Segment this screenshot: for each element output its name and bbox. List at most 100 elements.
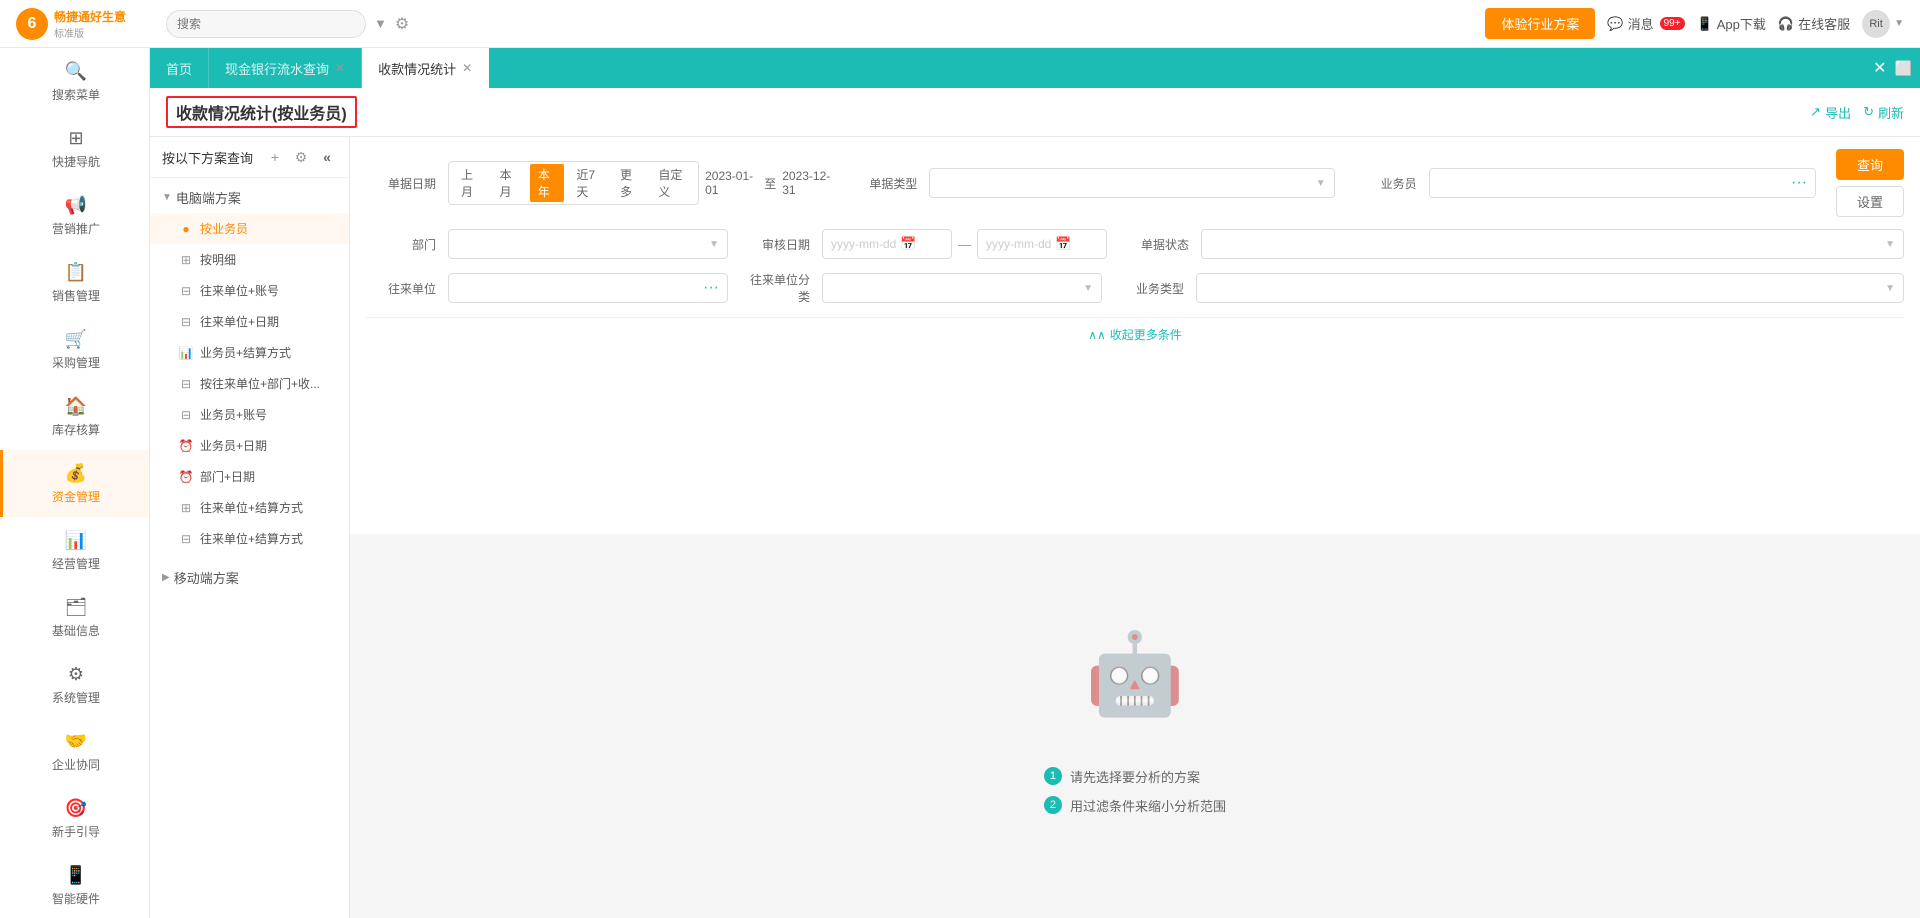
sidebar-item-guide[interactable]: 🎯 新手引导 xyxy=(0,785,149,852)
date-tab-custom[interactable]: 自定义 xyxy=(650,164,694,202)
mobile-group-label: 移动端方案 xyxy=(174,568,239,587)
audit-to-calendar-icon[interactable]: 📅 xyxy=(1055,236,1071,252)
tab-close-window-icon[interactable]: ✕ xyxy=(1873,58,1886,78)
scheme-settings-icon[interactable]: ⚙ xyxy=(291,147,311,167)
partner-category-label: 往来单位分类 xyxy=(740,271,810,305)
partner-date-icon: ⊟ xyxy=(178,314,194,330)
scheme-item-sales-account[interactable]: ⊟ 业务员+账号 xyxy=(150,399,349,430)
collection-stats-close-icon[interactable]: ✕ xyxy=(462,61,472,75)
scheme-item-by-detail[interactable]: ⊞ 按明细 xyxy=(150,244,349,275)
scheme-item-sales-date[interactable]: ⏰ 业务员+日期 xyxy=(150,430,349,461)
step-2-text: 用过滤条件来缩小分析范围 xyxy=(1070,796,1226,815)
scheme-item-partner-date[interactable]: ⊟ 往来单位+日期 xyxy=(150,306,349,337)
top-search-input[interactable] xyxy=(166,10,366,38)
partner-more-icon[interactable]: ··· xyxy=(703,279,719,297)
scheme-item-partner-account[interactable]: ⊟ 往来单位+账号 xyxy=(150,275,349,306)
scheme-item-sales-settle[interactable]: 📊 业务员+结算方式 xyxy=(150,337,349,368)
export-button[interactable]: ↗ 导出 xyxy=(1810,103,1851,122)
trial-button[interactable]: 体验行业方案 xyxy=(1485,8,1595,39)
tab-home[interactable]: 首页 xyxy=(150,48,209,88)
tab-maximize-icon[interactable]: ⬜ xyxy=(1895,60,1912,77)
salesperson-more-icon[interactable]: ··· xyxy=(1791,174,1807,192)
collection-stats-label: 收款情况统计 xyxy=(378,59,456,78)
sidebar-label-guide: 新手引导 xyxy=(52,823,100,840)
logo-area: 6 畅捷通好生意 标准版 xyxy=(16,8,166,40)
sidebar-item-quick-nav[interactable]: ⊞ 快捷导航 xyxy=(0,115,149,182)
tab-bar: 首页 现金银行流水查询 ✕ 收款情况统计 ✕ ✕ ⬜ xyxy=(150,48,1920,88)
sales-date-icon: ⏰ xyxy=(178,438,194,454)
partner-select[interactable]: ··· xyxy=(448,273,728,303)
messages-action[interactable]: 💬 消息 99+ xyxy=(1607,14,1684,33)
scheme-collapse-icon[interactable]: « xyxy=(317,147,337,167)
audit-date-to[interactable]: yyyy-mm-dd 📅 xyxy=(977,229,1107,259)
scheme-group-desktop: ▼ 电脑端方案 ● 按业务员 ⊞ 按明细 ⊟ 往来单位+账号 xyxy=(150,178,349,558)
sidebar-item-basic-info[interactable]: 🗂 基础信息 xyxy=(0,584,149,651)
date-tab-this-month[interactable]: 本月 xyxy=(491,164,525,202)
scheme-group-mobile-header[interactable]: ▶ 移动端方案 xyxy=(150,562,349,593)
sidebar-label-inventory: 库存核算 xyxy=(52,421,100,438)
sidebar-item-system[interactable]: ⚙ 系统管理 xyxy=(0,651,149,718)
scheme-item-partner-settle2[interactable]: ⊟ 往来单位+结算方式 xyxy=(150,523,349,554)
salesperson-select[interactable]: ··· xyxy=(1429,168,1816,198)
user-profile[interactable]: Rit ▼ xyxy=(1862,10,1904,38)
settings-button[interactable]: 设置 xyxy=(1836,186,1904,217)
settings-icon[interactable]: ⚙ xyxy=(395,14,409,34)
audit-from-calendar-icon[interactable]: 📅 xyxy=(900,236,916,252)
app-logo-icon: 6 xyxy=(16,8,48,40)
date-tab-this-year[interactable]: 本年 xyxy=(530,164,564,202)
partner-dept-icon: ⊟ xyxy=(178,376,194,392)
sidebar-label-enterprise: 企业协同 xyxy=(52,756,100,773)
date-tab-prev-month[interactable]: 上月 xyxy=(453,164,487,202)
sidebar-item-search[interactable]: 🔍 搜索菜单 xyxy=(0,48,149,115)
tab-collection-stats[interactable]: 收款情况统计 ✕ xyxy=(362,48,489,88)
date-tab-last7[interactable]: 近7天 xyxy=(568,164,608,202)
enterprise-icon: 🤝 xyxy=(65,730,87,752)
sidebar-item-purchase[interactable]: 🛒 采购管理 xyxy=(0,316,149,383)
partner-category-select[interactable]: ▼ xyxy=(822,273,1102,303)
scheme-item-partner-settle1[interactable]: ⊞ 往来单位+结算方式 xyxy=(150,492,349,523)
sidebar-label-marketing: 营销推广 xyxy=(52,220,100,237)
sidebar-item-marketing[interactable]: 📢 营销推广 xyxy=(0,182,149,249)
doc-status-chevron-icon: ▼ xyxy=(1885,239,1895,250)
sidebar-item-enterprise[interactable]: 🤝 企业协同 xyxy=(0,718,149,785)
query-button[interactable]: 查询 xyxy=(1836,149,1904,180)
scheme-group-desktop-header[interactable]: ▼ 电脑端方案 xyxy=(150,182,349,213)
bank-flow-close-icon[interactable]: ✕ xyxy=(335,61,345,75)
doc-type-chevron-icon: ▼ xyxy=(1316,178,1326,189)
refresh-button[interactable]: ↻ 刷新 xyxy=(1863,103,1904,122)
scheme-item-by-salesperson[interactable]: ● 按业务员 xyxy=(150,213,349,244)
business-type-label: 业务类型 xyxy=(1114,280,1184,297)
content-area: 首页 现金银行流水查询 ✕ 收款情况统计 ✕ ✕ ⬜ 收款情况统计(按业务员) … xyxy=(150,48,1920,918)
scheme-item-partner-dept-collect[interactable]: ⊟ 按往来单位+部门+收... xyxy=(150,368,349,399)
scheme-add-icon[interactable]: + xyxy=(265,147,285,167)
sales-account-icon: ⊟ xyxy=(178,407,194,423)
search-menu-icon: 🔍 xyxy=(65,60,87,82)
salesperson-label: 业务员 xyxy=(1347,175,1417,192)
dept-select[interactable]: ▼ xyxy=(448,229,728,259)
audit-date-filter: yyyy-mm-dd 📅 — yyyy-mm-dd 📅 xyxy=(822,229,1107,259)
business-type-select[interactable]: ▼ xyxy=(1196,273,1904,303)
scheme-label-partner-dept: 按往来单位+部门+收... xyxy=(200,375,320,392)
filter-actions: 查询 设置 xyxy=(1836,149,1904,217)
avatar: Rit xyxy=(1862,10,1890,38)
app-download-action[interactable]: 📱 App下载 xyxy=(1697,14,1766,33)
sidebar-item-operations[interactable]: 📊 经营管理 xyxy=(0,517,149,584)
sidebar-item-smart-hw[interactable]: 📱 智能硬件 xyxy=(0,852,149,918)
collapse-bar[interactable]: ∧∧ 收起更多条件 xyxy=(366,317,1904,351)
scheme-label-dept-date: 部门+日期 xyxy=(200,468,255,485)
online-service-action[interactable]: 🎧 在线客服 xyxy=(1778,14,1850,33)
doc-type-select[interactable]: ▼ xyxy=(929,168,1334,198)
tab-bank-flow[interactable]: 现金银行流水查询 ✕ xyxy=(209,48,362,88)
search-dropdown-icon[interactable]: ▼ xyxy=(374,16,387,31)
audit-to-placeholder: yyyy-mm-dd xyxy=(986,237,1051,251)
date-tab-more[interactable]: 更多 xyxy=(612,164,646,202)
page-header: 收款情况统计(按业务员) ↗ 导出 ↻ 刷新 xyxy=(150,88,1920,137)
scheme-item-dept-date[interactable]: ⏰ 部门+日期 xyxy=(150,461,349,492)
doc-status-select[interactable]: ▼ xyxy=(1201,229,1904,259)
sidebar-item-finance[interactable]: 💰 资金管理 xyxy=(0,450,149,517)
sidebar-item-sales[interactable]: 📋 销售管理 xyxy=(0,249,149,316)
mobile-group-expand-icon: ▶ xyxy=(162,572,170,583)
audit-date-from[interactable]: yyyy-mm-dd 📅 xyxy=(822,229,952,259)
basic-info-icon: 🗂 xyxy=(65,596,87,618)
sidebar-item-inventory[interactable]: 🏠 库存核算 xyxy=(0,383,149,450)
